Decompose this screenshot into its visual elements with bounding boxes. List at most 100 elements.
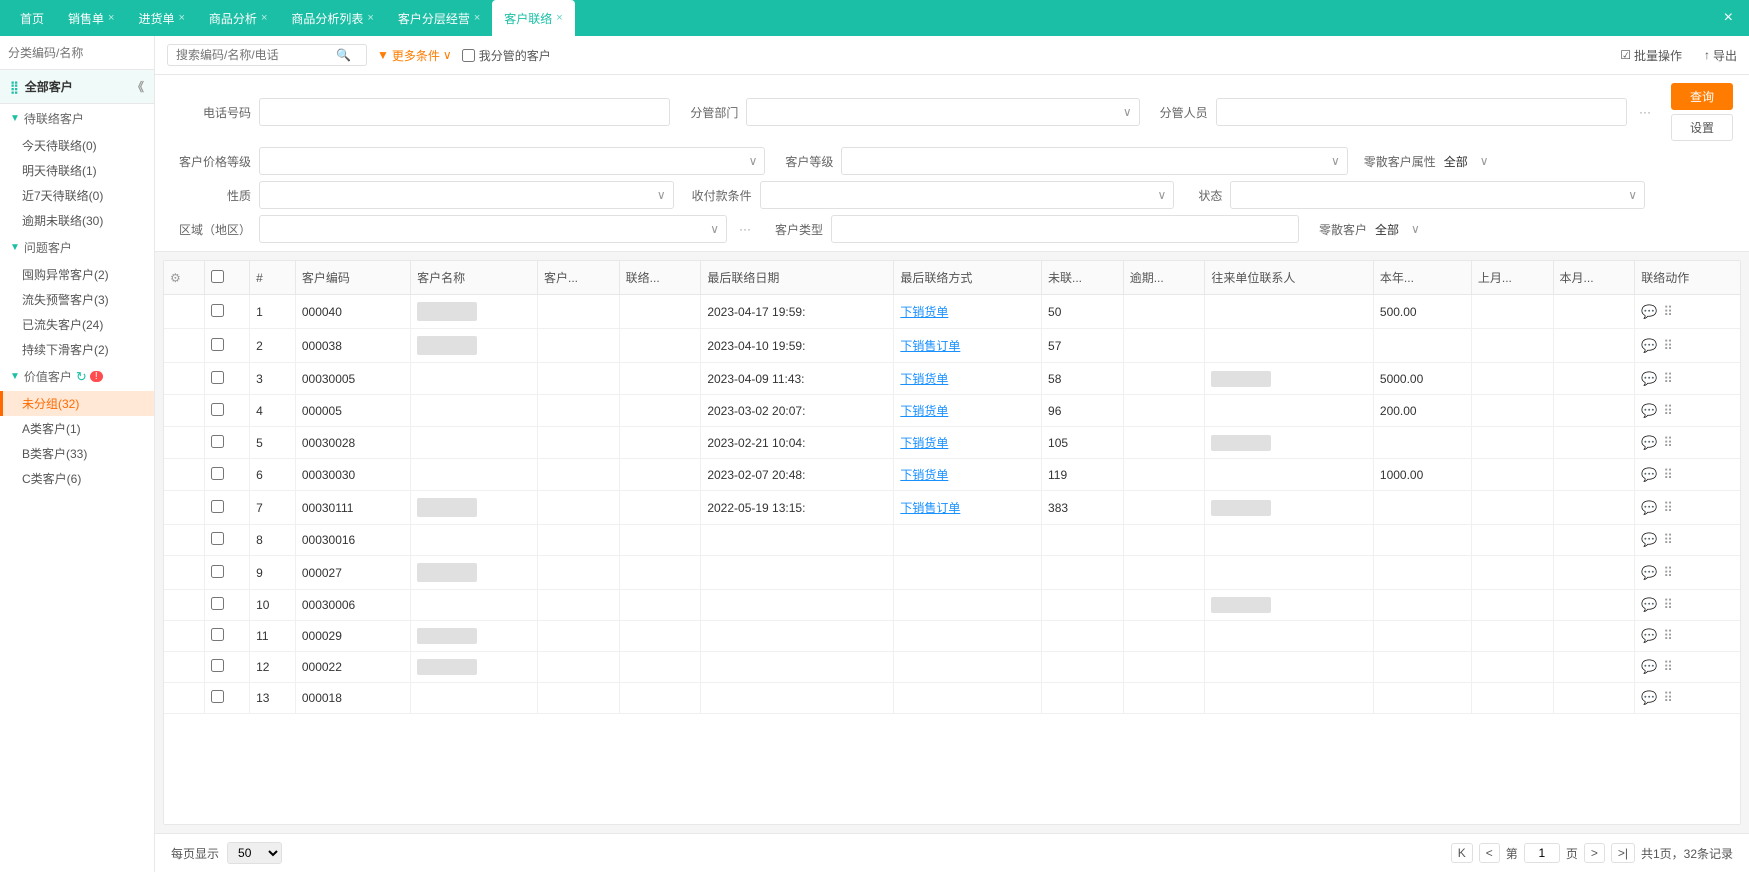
message-icon[interactable]: 💬: [1641, 371, 1657, 387]
table-cell[interactable]: 下销售订单: [894, 329, 1042, 363]
nav-product-analysis[interactable]: 商品分析 ×: [197, 0, 279, 36]
sidebar-item-ungroup[interactable]: 未分组(32): [0, 391, 154, 416]
row-checkbox[interactable]: [204, 459, 249, 491]
next-page-button[interactable]: >: [1584, 843, 1605, 863]
row-checkbox[interactable]: [204, 491, 249, 525]
sidebar-item-declining[interactable]: 持续下滑客户(2): [0, 337, 154, 362]
page-input[interactable]: [1524, 843, 1560, 863]
main-search-input[interactable]: [176, 48, 336, 62]
row-checkbox[interactable]: [204, 590, 249, 621]
message-icon[interactable]: 💬: [1641, 659, 1657, 675]
message-icon[interactable]: 💬: [1641, 597, 1657, 613]
message-icon[interactable]: 💬: [1641, 304, 1657, 320]
table-cell[interactable]: 下销货单: [894, 295, 1042, 329]
select-nature[interactable]: [259, 181, 674, 209]
sidebar-section-value[interactable]: ▼ 价值客户 ↻ !: [0, 362, 154, 391]
col-settings[interactable]: ⚙: [164, 261, 204, 295]
more-dots-region[interactable]: ···: [735, 222, 755, 236]
table-cell[interactable]: 下销货单: [894, 395, 1042, 427]
nav-customer-segment[interactable]: 客户分层经营 ×: [386, 0, 492, 36]
row-checkbox[interactable]: [204, 295, 249, 329]
row-check[interactable]: [211, 435, 224, 448]
sidebar-section-pending[interactable]: ▼ 待联络客户: [0, 104, 154, 133]
apps-icon[interactable]: ⠿: [1663, 628, 1673, 644]
row-checkbox[interactable]: [204, 363, 249, 395]
nav-product-analysis-list[interactable]: 商品分析列表 ×: [279, 0, 385, 36]
settings-icon[interactable]: ⚙: [170, 271, 181, 285]
main-search-icon[interactable]: 🔍: [336, 48, 351, 62]
window-close-button[interactable]: ×: [1716, 9, 1741, 27]
first-page-button[interactable]: K: [1451, 843, 1473, 863]
col-checkbox[interactable]: [204, 261, 249, 295]
last-page-button[interactable]: >|: [1611, 843, 1635, 863]
row-check[interactable]: [211, 532, 224, 545]
table-cell[interactable]: 下销货单: [894, 363, 1042, 395]
apps-icon[interactable]: ⠿: [1663, 500, 1673, 516]
prev-page-button[interactable]: <: [1479, 843, 1500, 863]
apps-icon[interactable]: ⠿: [1663, 690, 1673, 706]
message-icon[interactable]: 💬: [1641, 467, 1657, 483]
sidebar-item-today[interactable]: 今天待联络(0): [0, 133, 154, 158]
table-cell[interactable]: 下销售订单: [894, 491, 1042, 525]
row-check[interactable]: [211, 371, 224, 384]
message-icon[interactable]: 💬: [1641, 435, 1657, 451]
select-customer-level[interactable]: [841, 147, 1347, 175]
row-check[interactable]: [211, 304, 224, 317]
nav-customer-contact[interactable]: 客户联络 ×: [492, 0, 574, 36]
sidebar-item-abnormal[interactable]: 囤购异常客户(2): [0, 262, 154, 287]
reset-button[interactable]: 设置: [1671, 114, 1733, 141]
apps-icon[interactable]: ⠿: [1663, 467, 1673, 483]
page-size-select[interactable]: 50 20 100: [227, 842, 282, 864]
close-product-analysis-list-tab[interactable]: ×: [367, 12, 373, 24]
close-customer-contact-tab[interactable]: ×: [556, 12, 562, 24]
select-payment[interactable]: [760, 181, 1175, 209]
row-check[interactable]: [211, 338, 224, 351]
apps-icon[interactable]: ⠿: [1663, 371, 1673, 387]
select-dept[interactable]: [746, 98, 1139, 126]
my-customers-checkbox[interactable]: 我分管的客户: [462, 47, 551, 64]
select-status[interactable]: [1230, 181, 1645, 209]
apps-icon[interactable]: ⠿: [1663, 532, 1673, 548]
apps-icon[interactable]: ⠿: [1663, 403, 1673, 419]
row-check[interactable]: [211, 690, 224, 703]
apps-icon[interactable]: ⠿: [1663, 338, 1673, 354]
row-check[interactable]: [211, 403, 224, 416]
nav-home[interactable]: 首页: [8, 0, 56, 36]
message-icon[interactable]: 💬: [1641, 628, 1657, 644]
sidebar-section-problem[interactable]: ▼ 问题客户: [0, 233, 154, 262]
export-button[interactable]: ↑ 导出: [1704, 47, 1737, 64]
input-phone[interactable]: [259, 98, 670, 126]
sidebar-item-churned[interactable]: 已流失客户(24): [0, 312, 154, 337]
row-checkbox[interactable]: [204, 556, 249, 590]
close-product-analysis-tab[interactable]: ×: [261, 12, 267, 24]
select-region[interactable]: [259, 215, 727, 243]
batch-operation-button[interactable]: ☑ 批量操作: [1620, 47, 1682, 64]
search-button[interactable]: 查询: [1671, 83, 1733, 110]
row-checkbox[interactable]: [204, 395, 249, 427]
sidebar-item-7days[interactable]: 近7天待联络(0): [0, 183, 154, 208]
row-checkbox[interactable]: [204, 621, 249, 652]
row-checkbox[interactable]: [204, 683, 249, 714]
sidebar-item-b-class[interactable]: B类客户(33): [0, 441, 154, 466]
row-check[interactable]: [211, 500, 224, 513]
row-check[interactable]: [211, 467, 224, 480]
message-icon[interactable]: 💬: [1641, 403, 1657, 419]
sidebar-item-tomorrow[interactable]: 明天待联络(1): [0, 158, 154, 183]
row-checkbox[interactable]: [204, 427, 249, 459]
more-dots-1[interactable]: ···: [1635, 105, 1655, 119]
apps-icon[interactable]: ⠿: [1663, 565, 1673, 581]
sidebar-item-overdue[interactable]: 逾期未联络(30): [0, 208, 154, 233]
apps-icon[interactable]: ⠿: [1663, 304, 1673, 320]
close-sales-tab[interactable]: ×: [108, 12, 114, 24]
row-check[interactable]: [211, 628, 224, 641]
row-check[interactable]: [211, 565, 224, 578]
table-cell[interactable]: 下销货单: [894, 459, 1042, 491]
message-icon[interactable]: 💬: [1641, 500, 1657, 516]
refresh-icon[interactable]: ↻: [76, 369, 87, 385]
my-customers-check[interactable]: [462, 49, 475, 62]
message-icon[interactable]: 💬: [1641, 690, 1657, 706]
sidebar-item-c-class[interactable]: C类客户(6): [0, 466, 154, 491]
nav-sales[interactable]: 销售单 ×: [56, 0, 126, 36]
sidebar-item-churn-warning[interactable]: 流失预警客户(3): [0, 287, 154, 312]
select-price-level[interactable]: [259, 147, 765, 175]
